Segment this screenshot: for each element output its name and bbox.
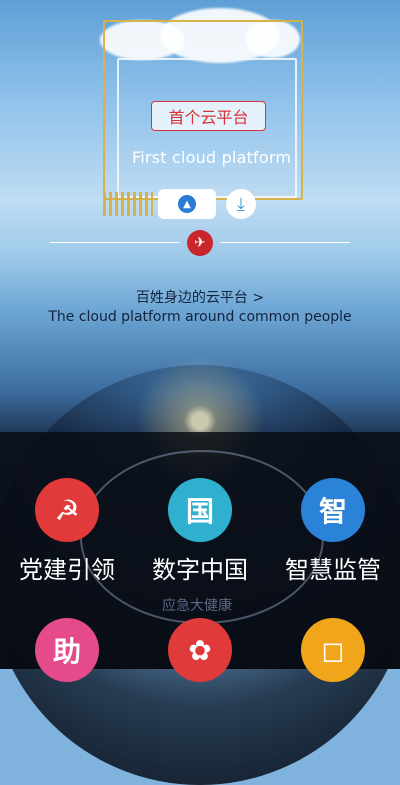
first-cloud-caption: First cloud platform xyxy=(132,148,292,167)
orange-square-icon: ◻ xyxy=(301,618,365,682)
tile-bottom-1[interactable]: 助 xyxy=(2,618,132,682)
navigation-icon: ▲ xyxy=(178,195,196,213)
phone-icon[interactable]: ▲ xyxy=(158,189,216,219)
tile-digital-china[interactable]: 国 数字中国 xyxy=(135,478,265,585)
shield-icon: 智 xyxy=(301,478,365,542)
first-cloud-badge[interactable]: 首个云平台 xyxy=(151,101,266,131)
tile-label: 党建引领 xyxy=(19,556,115,584)
flower-icon: ✿ xyxy=(168,618,232,682)
emergency-health-label: 应急大健康 xyxy=(162,598,232,614)
tile-bottom-2[interactable]: ✿ xyxy=(135,618,265,682)
digital-china-icon: 国 xyxy=(168,478,232,542)
divider-right xyxy=(220,242,350,243)
tile-bottom-3[interactable]: ◻ xyxy=(268,618,398,682)
logo-icon: ✈ xyxy=(187,230,213,256)
pink-badge-icon: 助 xyxy=(35,618,99,682)
tile-party-building[interactable]: ☭ 党建引领 xyxy=(2,478,132,585)
divider-left xyxy=(50,242,180,243)
tile-label: 智慧监管 xyxy=(285,556,381,584)
download-icon[interactable]: ⤓ xyxy=(226,189,256,219)
tile-smart-regulation[interactable]: 智 智慧监管 xyxy=(268,478,398,585)
tile-label: 数字中国 xyxy=(152,556,248,584)
gold-stripes xyxy=(103,192,153,216)
cloud-platform-link[interactable]: 百姓身边的云平台 > xyxy=(0,287,400,307)
hammer-sickle-icon: ☭ xyxy=(35,478,99,542)
cloud-platform-english: The cloud platform around common people xyxy=(48,309,352,325)
